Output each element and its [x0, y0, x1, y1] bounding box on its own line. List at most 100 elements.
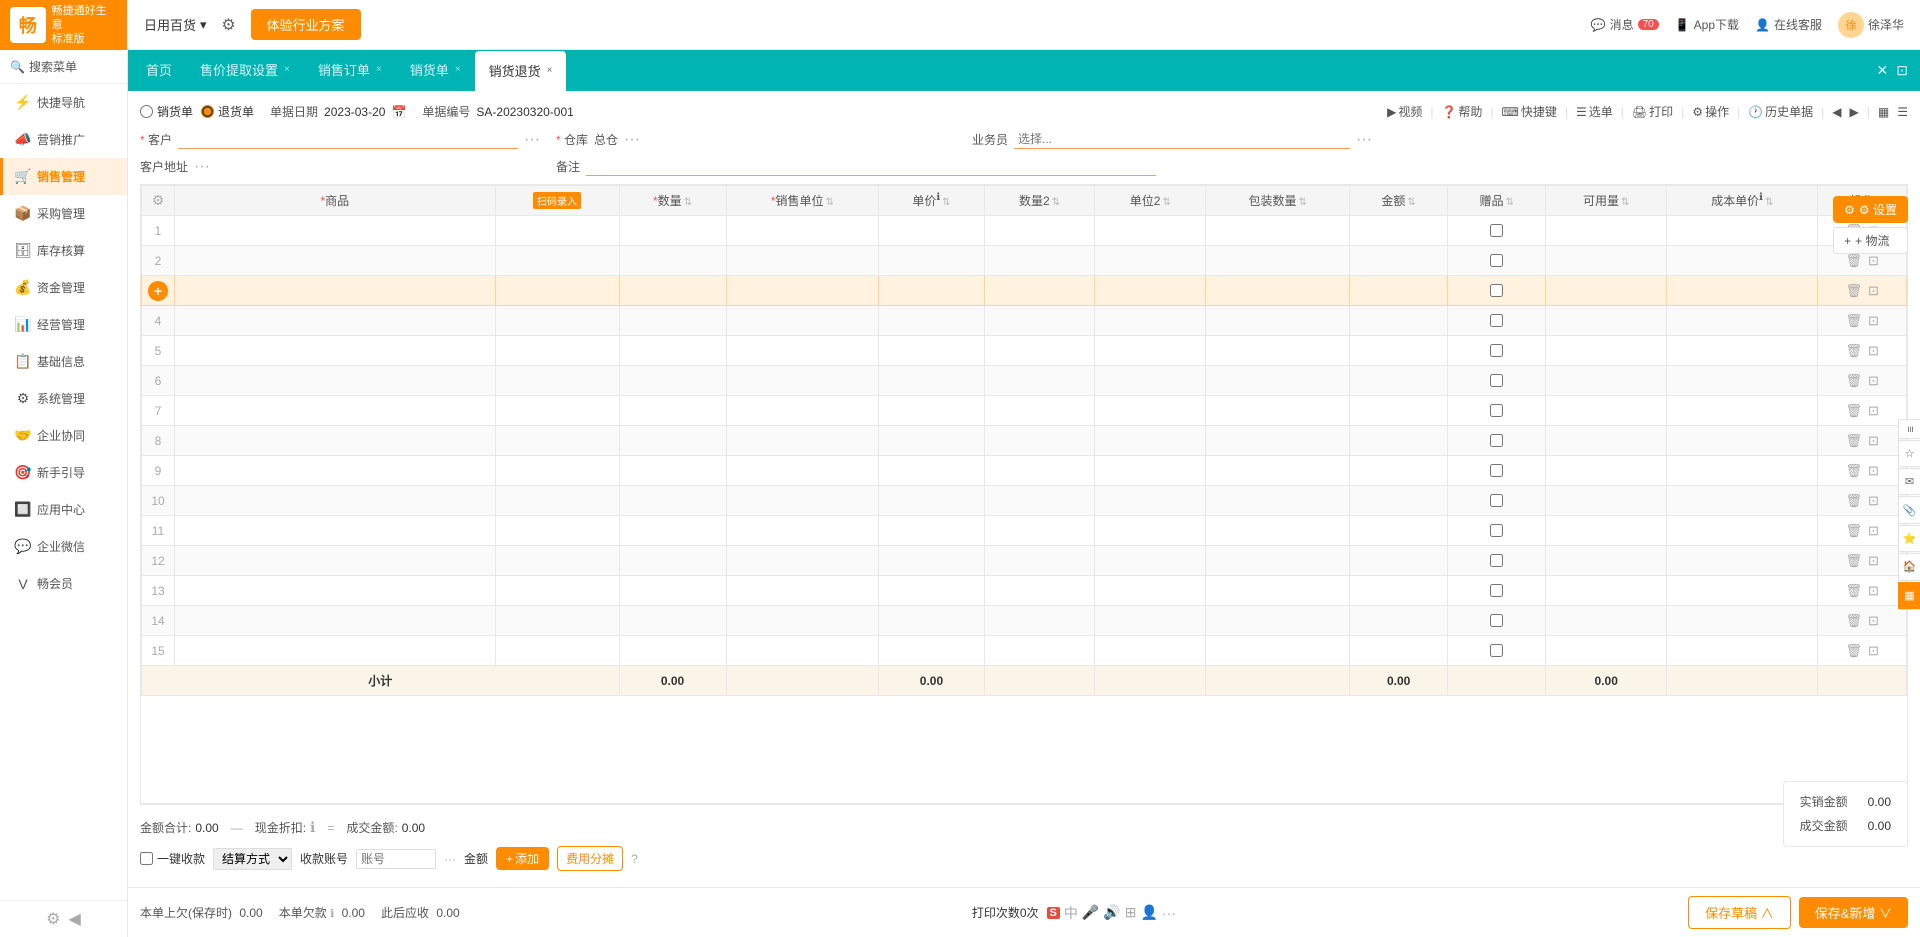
row-available-12[interactable] [1546, 546, 1667, 576]
row-pkgqty-3[interactable] [1206, 276, 1350, 306]
row-unit-3[interactable] [726, 276, 879, 306]
delete-icon-13[interactable]: 🗑 [1845, 583, 1862, 599]
row-unit-1[interactable] [726, 216, 879, 246]
row-amount-2[interactable] [1350, 246, 1448, 276]
row-price-7[interactable] [879, 396, 984, 426]
row-product-14[interactable] [175, 606, 496, 636]
row-unit2-13[interactable] [1095, 576, 1206, 606]
window-close-icon[interactable]: ✕ [1877, 62, 1889, 79]
row-amount-10[interactable] [1350, 486, 1448, 516]
row-qty2-13[interactable] [984, 576, 1095, 606]
sidebar-item-purchase[interactable]: 📦 采购管理 [0, 195, 127, 232]
row-price-4[interactable] [879, 306, 984, 336]
row-unit2-5[interactable] [1095, 336, 1206, 366]
row-qty2-4[interactable] [984, 306, 1095, 336]
row-pkgqty-4[interactable] [1206, 306, 1350, 336]
help-link[interactable]: ❓ 帮助 [1441, 103, 1482, 120]
sidebar-item-basic-info[interactable]: 📋 基础信息 [0, 343, 127, 380]
row-unit-7[interactable] [726, 396, 879, 426]
row-quantity-6[interactable] [619, 366, 726, 396]
nav-next-icon[interactable]: ▶ [1850, 105, 1859, 119]
gift-checkbox-3[interactable] [1490, 284, 1503, 297]
row-amount-3[interactable] [1350, 276, 1448, 306]
row-qty2-14[interactable] [984, 606, 1095, 636]
row-gift-13[interactable] [1448, 576, 1546, 606]
salesperson-dots[interactable]: ··· [1356, 131, 1372, 149]
row-gift-1[interactable] [1448, 216, 1546, 246]
row-available-9[interactable] [1546, 456, 1667, 486]
print-link[interactable]: 🖨 打印 [1632, 103, 1673, 120]
copy-icon-10[interactable]: ⊡ [1868, 493, 1879, 509]
row-gift-12[interactable] [1448, 546, 1546, 576]
row-gift-4[interactable] [1448, 306, 1546, 336]
save-new-btn[interactable]: 保存&新增 ∨ [1799, 897, 1908, 928]
row-unit2-1[interactable] [1095, 216, 1206, 246]
row-unit-9[interactable] [726, 456, 879, 486]
row-unit-10[interactable] [726, 486, 879, 516]
sidebar-item-operations[interactable]: 📊 经营管理 [0, 306, 127, 343]
online-service-group[interactable]: 👤 在线客服 [1755, 16, 1822, 33]
row-cost-14[interactable] [1667, 606, 1818, 636]
gift-checkbox-8[interactable] [1490, 434, 1503, 447]
row-product-13[interactable] [175, 576, 496, 606]
more-icon[interactable]: ··· [1162, 905, 1176, 921]
row-unit2-6[interactable] [1095, 366, 1206, 396]
gift-checkbox-12[interactable] [1490, 554, 1503, 567]
row-unit-15[interactable] [726, 636, 879, 666]
row-quantity-4[interactable] [619, 306, 726, 336]
gift-checkbox-4[interactable] [1490, 314, 1503, 327]
row-gift-6[interactable] [1448, 366, 1546, 396]
row-pkgqty-10[interactable] [1206, 486, 1350, 516]
row-unit2-4[interactable] [1095, 306, 1206, 336]
row-unit-6[interactable] [726, 366, 879, 396]
gift-checkbox-14[interactable] [1490, 614, 1503, 627]
row-unit2-15[interactable] [1095, 636, 1206, 666]
tab-close-sales-order[interactable]: × [376, 64, 382, 75]
gift-checkbox-1[interactable] [1490, 224, 1503, 237]
row-amount-5[interactable] [1350, 336, 1448, 366]
row-pkgqty-13[interactable] [1206, 576, 1350, 606]
row-qty2-12[interactable] [984, 546, 1095, 576]
row-qty2-5[interactable] [984, 336, 1095, 366]
copy-icon-7[interactable]: ⊡ [1868, 403, 1879, 419]
delete-icon-12[interactable]: 🗑 [1845, 553, 1862, 569]
row-gift-2[interactable] [1448, 246, 1546, 276]
delete-icon-5[interactable]: 🗑 [1845, 343, 1862, 359]
row-gift-3[interactable] [1448, 276, 1546, 306]
row-product-15[interactable] [175, 636, 496, 666]
mic-icon[interactable]: 🎤 [1082, 904, 1099, 921]
sidebar-item-member[interactable]: V 畅会员 [0, 565, 127, 602]
row-available-6[interactable] [1546, 366, 1667, 396]
row-amount-9[interactable] [1350, 456, 1448, 486]
address-dots[interactable]: ··· [194, 158, 210, 176]
row-price-12[interactable] [879, 546, 984, 576]
store-dropdown[interactable]: 日用百货 ▾ [144, 15, 207, 34]
tab-sales-delivery[interactable]: 销货单 × [396, 50, 475, 91]
row-product-7[interactable] [175, 396, 496, 426]
row-cost-6[interactable] [1667, 366, 1818, 396]
row-qty2-8[interactable] [984, 426, 1095, 456]
row-amount-12[interactable] [1350, 546, 1448, 576]
row-cost-10[interactable] [1667, 486, 1818, 516]
delete-icon-8[interactable]: 🗑 [1845, 433, 1862, 449]
tab-price-setting[interactable]: 售价提取设置 × [186, 50, 304, 91]
row-gift-11[interactable] [1448, 516, 1546, 546]
product-input-3[interactable] [181, 284, 489, 298]
row-available-8[interactable] [1546, 426, 1667, 456]
row-available-10[interactable] [1546, 486, 1667, 516]
customer-input[interactable] [178, 130, 518, 149]
gift-checkbox-6[interactable] [1490, 374, 1503, 387]
sidebar-settings-icon[interactable]: ⚙ [46, 909, 60, 929]
row-amount-7[interactable] [1350, 396, 1448, 426]
row-unit2-2[interactable] [1095, 246, 1206, 276]
row-unit2-11[interactable] [1095, 516, 1206, 546]
row-gift-10[interactable] [1448, 486, 1546, 516]
row-available-14[interactable] [1546, 606, 1667, 636]
row-unit2-7[interactable] [1095, 396, 1206, 426]
row-available-3[interactable] [1546, 276, 1667, 306]
radio-sales[interactable] [140, 105, 153, 118]
copy-icon-11[interactable]: ⊡ [1868, 523, 1879, 539]
row-qty2-1[interactable] [984, 216, 1095, 246]
row-unit2-3[interactable] [1095, 276, 1206, 306]
row-unit-4[interactable] [726, 306, 879, 336]
